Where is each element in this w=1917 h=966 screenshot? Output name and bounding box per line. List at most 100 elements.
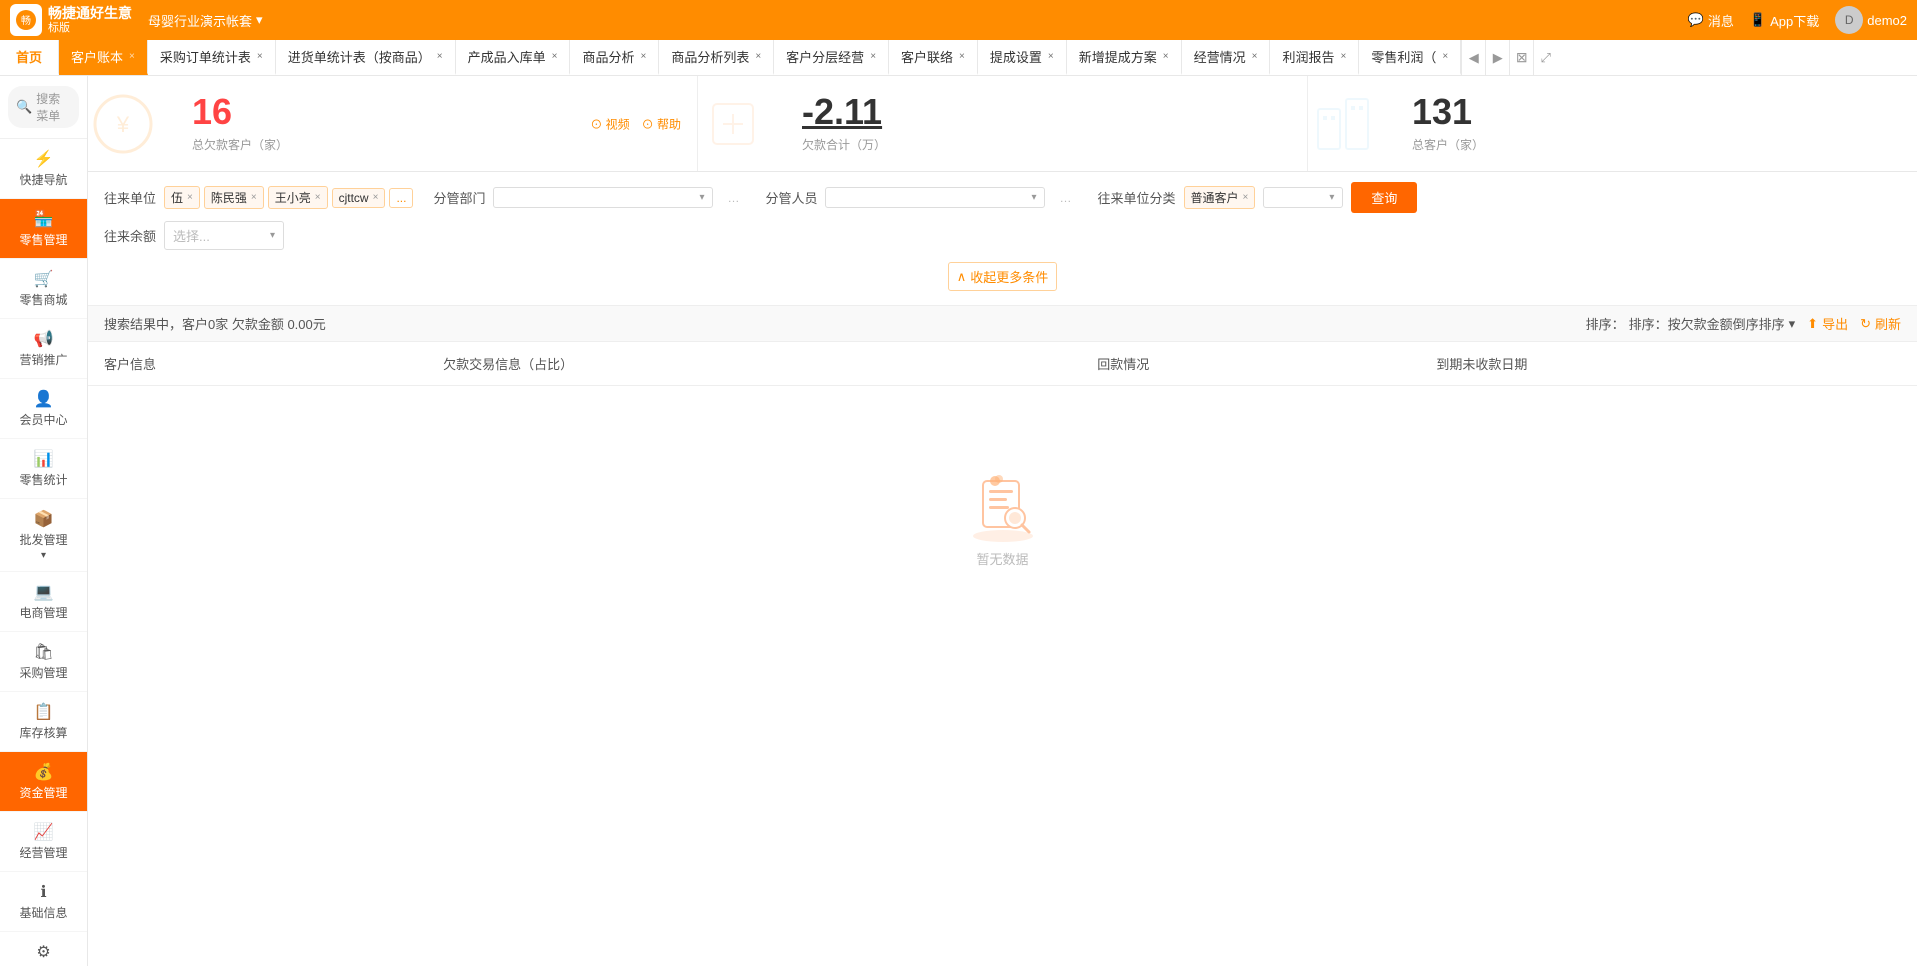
tab-bar: 首页 客户账本 × 采购订单统计表 × 进货单统计表（按商品） × 产成品入库单… <box>0 40 1917 76</box>
tab-purchase-order-stat[interactable]: 采购订单统计表 × <box>148 40 276 75</box>
remainder-arrow: ▾ <box>270 230 275 241</box>
person-clear-btn[interactable]: … <box>1053 191 1077 205</box>
inventory-icon: 📋 <box>34 702 54 722</box>
system-icon: ⚙ <box>36 942 50 962</box>
tab-customer-book[interactable]: 客户账本 × <box>59 40 148 75</box>
sidebar-item-marketing[interactable]: 📢 营销推广 <box>0 319 87 379</box>
sidebar-item-purchase[interactable]: 🛍 采购管理 <box>0 632 87 692</box>
tab-product-inbound[interactable]: 产成品入库单 × <box>456 40 571 75</box>
person-filter-label: 分管人员 <box>765 188 817 207</box>
sidebar-item-membership[interactable]: 👤 会员中心 <box>0 379 87 439</box>
logo-area: 畅 畅捷通好生意 标版 <box>10 4 132 36</box>
collapse-btn[interactable]: ∧ 收起更多条件 <box>948 262 1058 291</box>
tab-nav-maximize[interactable]: ⤢ <box>1533 40 1557 75</box>
refresh-btn[interactable]: ↻ 刷新 <box>1860 314 1901 333</box>
tag-close-chen[interactable]: × <box>251 192 257 203</box>
tab-customer-segment[interactable]: 客户分层经营 × <box>774 40 889 75</box>
dept-select[interactable]: ▾ <box>493 187 713 208</box>
tab-promotion-settings[interactable]: 提成设置 × <box>978 40 1067 75</box>
tab-close-customer-segment[interactable]: × <box>870 51 876 62</box>
stat-total-customers-value: 131 <box>1412 94 1484 130</box>
remainder-select[interactable]: 选择... ▾ <box>164 221 284 250</box>
tab-profit-report[interactable]: 利润报告 × <box>1270 40 1359 75</box>
tab-close-purchase-stat[interactable]: × <box>437 51 443 62</box>
tab-close-achievement[interactable]: × <box>1163 51 1169 62</box>
collapse-row: ∧ 收起更多条件 <box>104 258 1901 295</box>
dept-dropdown-arrow: ▾ <box>699 192 704 203</box>
tab-product-analysis[interactable]: 商品分析 × <box>570 40 659 75</box>
sidebar-item-ecommerce[interactable]: 💻 电商管理 <box>0 572 87 632</box>
tab-close-product-inbound[interactable]: × <box>552 51 558 62</box>
tab-close-promotion[interactable]: × <box>1048 51 1054 62</box>
sidebar-item-finance[interactable]: 💰 资金管理 <box>0 752 87 812</box>
tab-operation-status[interactable]: 经营情况 × <box>1182 40 1271 75</box>
search-box[interactable]: 🔍 搜索菜单 <box>8 86 79 128</box>
sidebar-item-operation[interactable]: 📈 经营管理 <box>0 812 87 872</box>
tab-purchase-stat-product[interactable]: 进货单统计表（按商品） × <box>276 40 456 75</box>
sidebar-item-system[interactable]: ⚙ 系统管理 <box>0 932 87 966</box>
message-icon: 💬 <box>1688 12 1704 28</box>
suite-selector[interactable]: 母婴行业演示帐套 ▾ <box>140 7 271 34</box>
sidebar-item-basic-info[interactable]: ℹ 基础信息 <box>0 872 87 932</box>
tab-nav-next[interactable]: ▶ <box>1485 40 1509 75</box>
stat-overdue-customers-label: 总欠款客户（家） <box>192 136 288 153</box>
tab-close-product-analysis-list[interactable]: × <box>755 51 761 62</box>
tab-retail-profit[interactable]: 零售利润（ × <box>1359 40 1461 75</box>
collapse-icon: ∧ <box>957 269 967 285</box>
refresh-icon: ↻ <box>1860 316 1871 332</box>
help-link[interactable]: ⊙ 帮助 <box>642 115 681 132</box>
stat-total-customers-label: 总客户（家） <box>1412 136 1484 153</box>
tab-close-customer-contact[interactable]: × <box>959 51 965 62</box>
results-sort[interactable]: 排序： 排序：按欠款金额倒序排序 ▾ <box>1586 314 1796 333</box>
filter-more-btn[interactable]: ... <box>389 188 413 208</box>
sidebar-item-retail-stats[interactable]: 📊 零售统计 <box>0 439 87 499</box>
video-help-link[interactable]: ⊙ 视频 <box>590 115 629 132</box>
svg-text:畅: 畅 <box>21 14 31 27</box>
retail-stats-icon: 📊 <box>34 449 54 469</box>
tab-close-profit[interactable]: × <box>1340 51 1346 62</box>
user-avatar-area[interactable]: D demo2 <box>1835 6 1907 34</box>
sidebar-item-wholesale[interactable]: 📦 批发管理 ▾ <box>0 499 87 572</box>
tab-close-customer-book[interactable]: × <box>129 51 135 62</box>
purchase-icon: 🛍 <box>33 642 53 662</box>
tab-close-retail-profit[interactable]: × <box>1442 51 1448 62</box>
tag-close-wang[interactable]: × <box>315 192 321 203</box>
tab-nav-prev[interactable]: ◀ <box>1461 40 1485 75</box>
sidebar-item-quick-nav[interactable]: ⚡ 快捷导航 <box>0 139 87 199</box>
results-info: 搜索结果中，客户0家 欠款金额 0.00元 <box>104 314 326 333</box>
query-button[interactable]: 查询 <box>1351 182 1417 213</box>
dept-clear-btn[interactable]: … <box>721 191 745 205</box>
svg-text:¥: ¥ <box>116 112 130 137</box>
ecommerce-icon: 💻 <box>34 582 54 602</box>
search-label: 搜索菜单 <box>36 90 71 124</box>
stat-overdue-amount-label: 欠款合计（万） <box>802 136 886 153</box>
top-bar: 畅 畅捷通好生意 标版 母婴行业演示帐套 ▾ 💬 消息 📱 App下载 D de… <box>0 0 1917 40</box>
person-select[interactable]: ▾ <box>825 187 1045 208</box>
tag-close-normal-customer[interactable]: × <box>1243 192 1249 203</box>
sidebar-item-retail-mgmt[interactable]: 🏪 零售管理 <box>0 199 87 259</box>
unit-class-select[interactable]: ▾ <box>1263 187 1343 208</box>
tab-close-operation[interactable]: × <box>1252 51 1258 62</box>
tab-product-analysis-list[interactable]: 商品分析列表 × <box>659 40 774 75</box>
stats-row: ¥ 16 总欠款客户（家） ⊙ 视频 ⊙ 帮助 <box>88 76 1917 172</box>
tag-close-wu[interactable]: × <box>187 192 193 203</box>
col-repayment: 回款情况 <box>1081 342 1420 386</box>
tab-close-product-analysis[interactable]: × <box>640 51 646 62</box>
tab-home[interactable]: 首页 <box>0 40 59 75</box>
tab-customer-contact[interactable]: 客户联络 × <box>889 40 978 75</box>
logo-icon: 畅 <box>10 4 42 36</box>
sidebar-item-retail-mall[interactable]: 🛒 零售商城 <box>0 259 87 319</box>
sidebar-item-inventory[interactable]: 📋 库存核算 <box>0 692 87 752</box>
app-download-btn[interactable]: 📱 App下载 <box>1750 11 1819 30</box>
stat-card-total-customers: 131 总客户（家） <box>1308 76 1917 171</box>
tab-close-purchase-order[interactable]: × <box>257 51 263 62</box>
export-btn[interactable]: ⬆ 导出 <box>1807 314 1848 333</box>
quick-nav-icon: ⚡ <box>34 149 54 169</box>
avatar: D <box>1835 6 1863 34</box>
stat-overdue-customers-value: 16 <box>192 94 288 130</box>
tab-new-achievement[interactable]: 新增提成方案 × <box>1067 40 1182 75</box>
messages-btn[interactable]: 💬 消息 <box>1688 11 1734 30</box>
tab-nav-close-all[interactable]: ⊠ <box>1509 40 1533 75</box>
search-icon: 🔍 <box>16 99 32 115</box>
tag-close-cjttcw[interactable]: × <box>373 192 379 203</box>
